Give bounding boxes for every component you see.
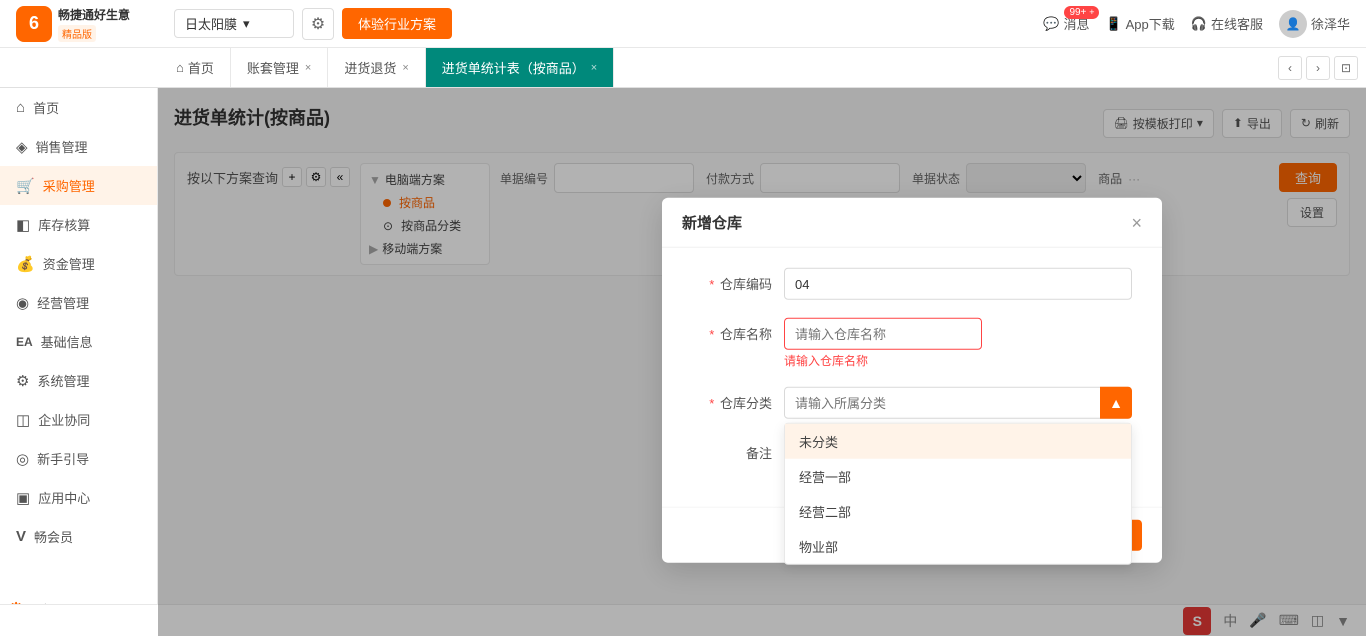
modal-body: * 仓库编码 * 仓库名称 请输入仓库名称 [662, 248, 1162, 507]
app-download-item[interactable]: 📱 App下载 [1105, 14, 1174, 33]
store-selector[interactable]: 日太阳膜 ▾ [174, 9, 294, 38]
tab-purchase-stats[interactable]: 进货单统计表（按商品） × [426, 48, 614, 87]
category-option-dept1[interactable]: 经营一部 [785, 459, 1131, 494]
app-logo-icon: 6 [16, 6, 52, 42]
tab-controls: ‹ › ⊡ [1270, 48, 1366, 87]
user-item[interactable]: 👤 徐泽华 [1279, 10, 1350, 38]
sidebar: ⌂ 首页 ◈ 销售管理 🛒 采购管理 ◧ 库存核算 💰 资金管理 ◉ 经营管理 … [0, 88, 158, 636]
sidebar-item-purchase[interactable]: 🛒 采购管理 [0, 166, 157, 205]
form-row-code: * 仓库编码 [692, 268, 1132, 300]
operations-icon: ◉ [16, 294, 29, 312]
main-layout: ⌂ 首页 ◈ 销售管理 🛒 采购管理 ◧ 库存核算 💰 资金管理 ◉ 经营管理 … [0, 88, 1366, 636]
sidebar-item-operations[interactable]: ◉ 经营管理 [0, 283, 157, 322]
notes-label: 备注 [692, 437, 772, 462]
form-row-category: * 仓库分类 ▲ 未分类 经营一部 经营二部 物业部 [692, 387, 1132, 419]
home-icon: ⌂ [16, 99, 25, 116]
tab-purchase-return[interactable]: 进货退货 × [328, 48, 425, 87]
header-right: 💬 消息 99+ + 📱 App下载 🎧 在线客服 👤 徐泽华 [1043, 10, 1350, 38]
user-avatar: 👤 [1279, 10, 1307, 38]
message-icon: 💬 [1043, 16, 1059, 32]
guide-icon: ◎ [16, 450, 29, 468]
tab-close-icon[interactable]: × [591, 62, 597, 74]
inventory-icon: ◧ [16, 216, 30, 234]
modal-title: 新增仓库 [682, 212, 742, 233]
sidebar-item-system[interactable]: ⚙ 系统管理 [0, 361, 157, 400]
category-option-dept2[interactable]: 经营二部 [785, 494, 1131, 529]
online-service-item[interactable]: 🎧 在线客服 [1191, 14, 1263, 33]
app-center-icon: ▣ [16, 489, 30, 507]
home-icon: ⌂ [176, 60, 184, 75]
nav-tabs: ⌂ 首页 账套管理 × 进货退货 × 进货单统计表（按商品） × ‹ › ⊡ [0, 48, 1366, 88]
tab-next-button[interactable]: › [1306, 56, 1330, 80]
purchase-icon: 🛒 [16, 177, 35, 195]
warehouse-name-label: * 仓库名称 [692, 318, 772, 343]
tab-close-icon[interactable]: × [402, 62, 408, 74]
settings-button[interactable]: ⚙ [302, 8, 334, 40]
phone-icon: 📱 [1105, 16, 1121, 32]
notifications-item[interactable]: 💬 消息 99+ + [1043, 14, 1089, 33]
sidebar-item-app-center[interactable]: ▣ 应用中心 [0, 478, 157, 517]
app-name: 畅捷通好生意 精品版 [58, 6, 130, 42]
warehouse-name-error: 请输入仓库名称 [784, 352, 1132, 369]
tab-expand-button[interactable]: ⊡ [1334, 56, 1358, 80]
membership-icon: V [16, 528, 26, 545]
warehouse-category-input[interactable] [784, 387, 1132, 419]
sales-icon: ◈ [16, 138, 28, 156]
warehouse-name-wrap: 请输入仓库名称 [784, 318, 1132, 369]
content-area: 进货单统计(按商品) 🖨 按模板打印 ▾ ⬆ 导出 ↻ 刷新 [158, 88, 1366, 636]
chevron-up-icon: ▲ [1109, 395, 1123, 411]
sidebar-item-sales[interactable]: ◈ 销售管理 [0, 127, 157, 166]
trial-button[interactable]: 体验行业方案 [342, 8, 452, 39]
system-icon: ⚙ [16, 372, 29, 390]
add-warehouse-modal: 新增仓库 × * 仓库编码 * 仓库名称 [662, 198, 1162, 563]
logo-area: 6 畅捷通好生意 精品版 [16, 6, 174, 42]
warehouse-category-label: * 仓库分类 [692, 387, 772, 412]
sidebar-item-enterprise[interactable]: ◫ 企业协同 [0, 400, 157, 439]
modal-header: 新增仓库 × [662, 198, 1162, 248]
form-row-name: * 仓库名称 请输入仓库名称 [692, 318, 1132, 369]
tab-prev-button[interactable]: ‹ [1278, 56, 1302, 80]
category-dropdown-menu: 未分类 经营一部 经营二部 物业部 [784, 423, 1132, 565]
tab-close-icon[interactable]: × [305, 62, 311, 74]
header-center: 日太阳膜 ▾ ⚙ 体验行业方案 [174, 8, 1043, 40]
modal-close-button[interactable]: × [1131, 213, 1142, 231]
sidebar-item-membership[interactable]: V 畅会员 [0, 517, 157, 556]
notification-badge: 99+ + [1064, 6, 1099, 19]
chevron-down-icon: ▾ [243, 16, 250, 32]
headset-icon: 🎧 [1191, 16, 1207, 32]
basic-info-icon: EA [16, 335, 33, 349]
sidebar-item-basic-info[interactable]: EA 基础信息 [0, 322, 157, 361]
warehouse-code-input[interactable] [784, 268, 1132, 300]
tab-home[interactable]: ⌂ 首页 [160, 48, 231, 87]
tab-account-management[interactable]: 账套管理 × [231, 48, 328, 87]
finance-icon: 💰 [16, 255, 35, 273]
category-dropdown-toggle[interactable]: ▲ [1100, 387, 1132, 419]
warehouse-code-label: * 仓库编码 [692, 268, 772, 293]
warehouse-category-wrap: ▲ 未分类 经营一部 经营二部 物业部 [784, 387, 1132, 419]
sidebar-item-inventory[interactable]: ◧ 库存核算 [0, 205, 157, 244]
sidebar-item-home[interactable]: ⌂ 首页 [0, 88, 157, 127]
top-header: 6 畅捷通好生意 精品版 日太阳膜 ▾ ⚙ 体验行业方案 💬 消息 99+ + … [0, 0, 1366, 48]
enterprise-icon: ◫ [16, 411, 30, 429]
category-option-dept3[interactable]: 物业部 [785, 529, 1131, 564]
category-option-unclassified[interactable]: 未分类 [785, 424, 1131, 459]
sidebar-item-guide[interactable]: ◎ 新手引导 [0, 439, 157, 478]
warehouse-name-input[interactable] [784, 318, 982, 350]
sidebar-item-finance[interactable]: 💰 资金管理 [0, 244, 157, 283]
